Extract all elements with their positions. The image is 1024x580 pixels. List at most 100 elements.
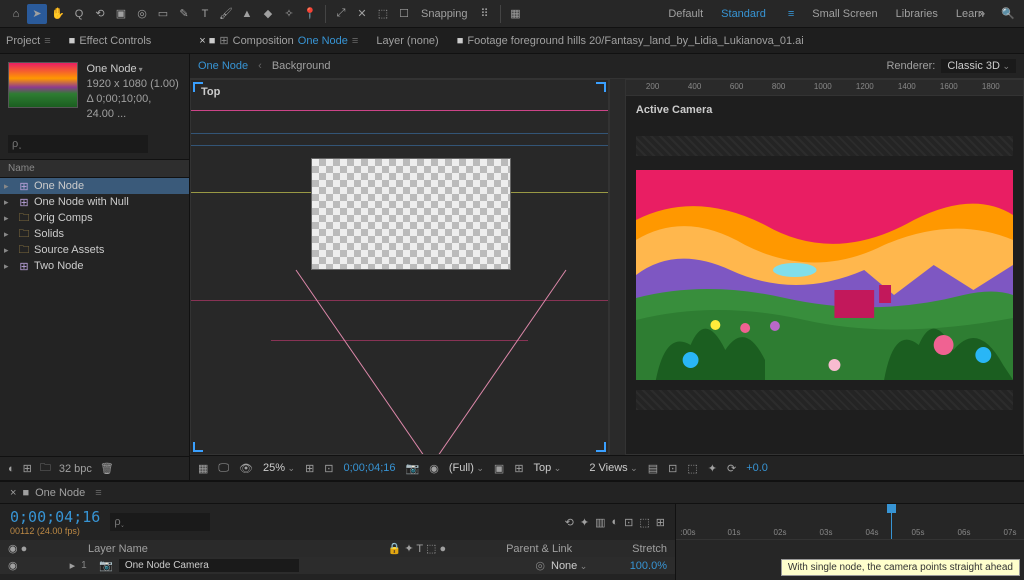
- vf-icon[interactable]: 👁: [239, 462, 253, 475]
- new-comp-icon[interactable]: ⊞: [23, 462, 32, 475]
- tl-icon[interactable]: ◐: [612, 516, 619, 529]
- layer-row[interactable]: ◉ ▸ 1 📷 One Node Camera ◎ None 100.0%: [0, 557, 675, 574]
- clone-tool-icon[interactable]: ▲: [237, 4, 257, 24]
- vf-icon[interactable]: ▦: [198, 462, 208, 475]
- roto-tool-icon[interactable]: ✧: [279, 4, 299, 24]
- timeline-menu-icon[interactable]: ≡: [95, 487, 101, 499]
- puppet-tool-icon[interactable]: 📍: [300, 4, 320, 24]
- col-layer-name[interactable]: Layer Name: [88, 543, 148, 555]
- parent-dropdown[interactable]: None: [551, 560, 611, 572]
- tree-header-name[interactable]: Name: [0, 159, 189, 178]
- tl-icon[interactable]: ✦: [580, 516, 589, 529]
- active-camera-view[interactable]: 20040060080010001200140016001800 Active …: [625, 79, 1024, 456]
- pan-behind-icon[interactable]: ◎: [132, 4, 152, 24]
- stretch-value[interactable]: 100.0%: [617, 560, 667, 572]
- channels-icon[interactable]: ◉: [429, 462, 439, 475]
- timeline-track-area[interactable]: :00s01s02s03s04s05s06s07s With single no…: [675, 504, 1024, 580]
- workspace-standard[interactable]: Standard: [721, 8, 766, 20]
- crumb-parent[interactable]: Background: [272, 60, 331, 72]
- axis-view-icon[interactable]: ⬚: [373, 4, 393, 24]
- layer-name-field[interactable]: One Node Camera: [119, 559, 299, 572]
- vf-icon[interactable]: ⟳: [727, 462, 736, 475]
- camera-frustum: [191, 80, 608, 455]
- composition-tab[interactable]: × ■ ⊞ Composition One Node ≡: [199, 34, 358, 47]
- tl-icon[interactable]: ⟲: [565, 516, 574, 529]
- view-dropdown[interactable]: Top: [534, 462, 562, 474]
- camera-tool-icon[interactable]: ▣: [111, 4, 131, 24]
- eraser-tool-icon[interactable]: ◆: [258, 4, 278, 24]
- vf-icon[interactable]: ▣: [494, 462, 504, 475]
- fill-icon[interactable]: ▦: [506, 4, 526, 24]
- tree-item[interactable]: ▸⊞Two Node: [0, 258, 189, 274]
- bpc-label[interactable]: 32 bpc: [59, 463, 92, 475]
- tree-item[interactable]: ▸⊞One Node: [0, 178, 189, 194]
- layer-tab[interactable]: Layer (none): [376, 35, 438, 47]
- timeline-left: 0;00;04;16 00112 (24.00 fps) ⟲✦ ▥◐ ⊡⬚ ⊞ …: [0, 504, 675, 580]
- tl-icon[interactable]: ⬚: [639, 516, 649, 529]
- effect-controls-tab[interactable]: ■ Effect Controls: [69, 35, 152, 47]
- main-toolbar: ⌂ ➤ ✋ Q ⟲ ▣ ◎ ▭ ✎ T 🖌 ▲ ◆ ✧ 📍 ⤢ ✕ ⬚ ☐ Sn…: [0, 0, 1024, 28]
- snap-options-icon[interactable]: ⠿: [475, 4, 495, 24]
- timeline-search[interactable]: [110, 513, 210, 531]
- zoom-tool-icon[interactable]: Q: [69, 4, 89, 24]
- top-view-canvas[interactable]: [191, 80, 608, 455]
- trash-icon[interactable]: 🗑: [100, 462, 114, 475]
- vf-icon[interactable]: ⊞: [305, 462, 314, 475]
- timeline-ruler[interactable]: :00s01s02s03s04s05s06s07s: [676, 504, 1024, 540]
- col-stretch[interactable]: Stretch: [632, 543, 667, 555]
- vf-icon[interactable]: ✦: [708, 462, 717, 475]
- timeline-tab-label[interactable]: One Node: [35, 487, 85, 499]
- vf-icon[interactable]: ▤: [648, 462, 658, 475]
- vf-icon[interactable]: ⬚: [687, 462, 697, 475]
- timeline-tab-close[interactable]: ×: [10, 487, 16, 499]
- top-view[interactable]: Top: [190, 79, 609, 456]
- tl-icon[interactable]: ▥: [595, 516, 605, 529]
- crumb-current[interactable]: One Node: [198, 60, 248, 72]
- vf-icon[interactable]: ⊡: [668, 462, 677, 475]
- vf-icon[interactable]: 🖵: [218, 462, 229, 475]
- selection-tool-icon[interactable]: ➤: [27, 4, 47, 24]
- comp-title[interactable]: One Node: [86, 62, 181, 77]
- pen-tool-icon[interactable]: ✎: [174, 4, 194, 24]
- hamburger-icon[interactable]: ≡: [788, 8, 794, 20]
- project-search-input[interactable]: [8, 135, 148, 153]
- footage-tab[interactable]: ■ Footage foreground hills 20/Fantasy_la…: [457, 35, 804, 47]
- orbit-tool-icon[interactable]: ⟲: [90, 4, 110, 24]
- camera-canvas: [636, 170, 1013, 380]
- new-folder-icon[interactable]: 🗀: [40, 459, 51, 478]
- vf-icon[interactable]: ⊡: [324, 462, 333, 475]
- home-icon[interactable]: ⌂: [6, 4, 26, 24]
- exposure-value[interactable]: +0.0: [746, 462, 768, 474]
- interpret-icon[interactable]: ◐: [8, 463, 15, 475]
- resolution-dropdown[interactable]: (Full): [449, 462, 484, 474]
- views-count-dropdown[interactable]: 2 Views: [589, 462, 637, 474]
- axis-local-icon[interactable]: ⤢: [331, 4, 351, 24]
- timecode-display[interactable]: 0;00;04;16: [344, 462, 396, 474]
- workspace-small[interactable]: Small Screen: [812, 8, 877, 20]
- search-icon[interactable]: 🔍: [998, 4, 1018, 24]
- tl-icon[interactable]: ⊞: [656, 516, 665, 529]
- tl-icon[interactable]: ⊡: [624, 516, 633, 529]
- vf-icon[interactable]: ⊞: [514, 462, 523, 475]
- overflow-icon[interactable]: »: [972, 4, 992, 24]
- zoom-dropdown[interactable]: 25%: [263, 462, 295, 474]
- axis-world-icon[interactable]: ✕: [352, 4, 372, 24]
- top-view-label: Top: [201, 86, 220, 98]
- rect-tool-icon[interactable]: ▭: [153, 4, 173, 24]
- visibility-icon[interactable]: ◉: [8, 559, 18, 572]
- tree-item[interactable]: ▸🗀Source Assets: [0, 242, 189, 258]
- comp-thumbnail[interactable]: [8, 62, 78, 108]
- current-timecode[interactable]: 0;00;04;16: [10, 508, 100, 526]
- playhead[interactable]: [891, 504, 892, 539]
- workspace-default[interactable]: Default: [668, 8, 703, 20]
- col-parent[interactable]: Parent & Link: [506, 543, 572, 555]
- renderer-dropdown[interactable]: Classic 3D: [941, 59, 1016, 73]
- hand-tool-icon[interactable]: ✋: [48, 4, 68, 24]
- snapping-checkbox[interactable]: ☐: [394, 4, 414, 24]
- snapshot-icon[interactable]: 📷: [406, 462, 420, 475]
- project-panel-tab[interactable]: Project ≡: [6, 35, 51, 47]
- workspace-libraries[interactable]: Libraries: [896, 8, 938, 20]
- type-tool-icon[interactable]: T: [195, 4, 215, 24]
- brush-tool-icon[interactable]: 🖌: [216, 4, 236, 24]
- expand-icon[interactable]: ▸: [70, 559, 76, 572]
